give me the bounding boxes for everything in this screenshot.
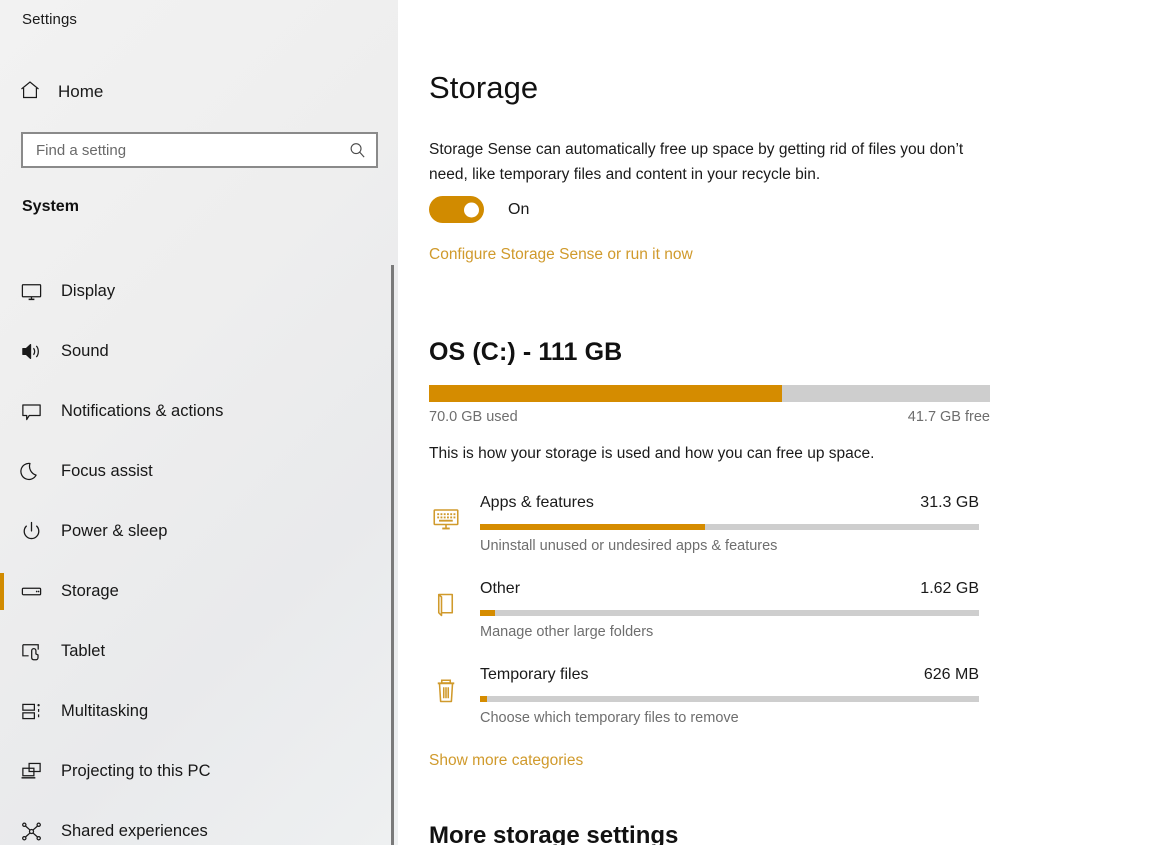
- sidebar-item-home-label: Home: [58, 82, 104, 101]
- drive-free-label: 41.7 GB free: [907, 409, 990, 425]
- sidebar-item-storage-label: Storage: [61, 581, 119, 600]
- hard-drive-icon: [18, 578, 44, 604]
- folder-icon: [429, 588, 463, 622]
- sidebar-item-projecting-label: Projecting to this PC: [61, 761, 211, 780]
- sidebar-item-display[interactable]: Display: [0, 261, 390, 321]
- sidebar-item-tablet[interactable]: Tablet: [0, 621, 390, 681]
- sidebar-item-multitasking[interactable]: Multitasking: [0, 681, 390, 741]
- storage-category-header: Apps & features 31.3 GB: [480, 494, 979, 512]
- storage-category-subtitle: Manage other large folders: [480, 624, 654, 640]
- storage-category-size: 626 MB: [923, 666, 979, 683]
- storage-category-bar: [480, 696, 979, 702]
- search-input[interactable]: [23, 141, 338, 159]
- sidebar-item-projecting[interactable]: Projecting to this PC: [0, 741, 390, 801]
- sidebar-item-shared-experiences-label: Shared experiences: [61, 821, 208, 840]
- storage-category-bar: [480, 610, 979, 616]
- trash-icon: [429, 674, 463, 708]
- storage-category-header: Temporary files 626 MB: [480, 666, 979, 684]
- toggle-knob: [464, 202, 479, 217]
- sidebar: Settings Home System: [0, 0, 398, 845]
- storage-category-bar: [480, 524, 979, 530]
- search-icon[interactable]: [338, 134, 376, 166]
- sidebar-item-multitasking-label: Multitasking: [61, 701, 149, 720]
- storage-category-fill: [480, 696, 487, 702]
- storage-sense-description: Storage Sense can automatically free up …: [429, 141, 964, 183]
- storage-sense-toggle-row: On: [429, 196, 529, 223]
- storage-category-name: Other: [480, 580, 521, 597]
- drive-capacity-bar: [429, 385, 990, 402]
- sidebar-item-power-sleep[interactable]: Power & sleep: [0, 501, 390, 561]
- storage-category-row[interactable]: Other 1.62 GB Manage other large folders: [429, 574, 990, 660]
- storage-category-size: 31.3 GB: [920, 494, 979, 511]
- storage-category-name: Apps & features: [480, 494, 594, 511]
- storage-category-header: Other 1.62 GB: [480, 580, 979, 598]
- home-icon: [18, 78, 42, 107]
- shared-nodes-icon: [18, 818, 44, 844]
- sidebar-item-storage[interactable]: Storage: [0, 561, 390, 621]
- moon-icon: [18, 458, 44, 484]
- storage-category-fill: [480, 610, 495, 616]
- sidebar-section-title: System: [22, 198, 79, 215]
- power-icon: [18, 518, 44, 544]
- sidebar-item-shared-experiences[interactable]: Shared experiences: [0, 801, 390, 845]
- settings-window: Settings Home System: [0, 0, 1172, 845]
- sidebar-item-sound[interactable]: Sound: [0, 321, 390, 381]
- sidebar-item-notifications[interactable]: Notifications & actions: [0, 381, 390, 441]
- sidebar-item-focus-assist-label: Focus assist: [61, 461, 153, 480]
- storage-category-name: Temporary files: [480, 666, 589, 683]
- storage-category-subtitle: Uninstall unused or undesired apps & fea…: [480, 538, 778, 554]
- storage-usage-note: This is how your storage is used and how…: [429, 445, 875, 462]
- speech-bubble-icon: [18, 398, 44, 424]
- configure-storage-sense-link[interactable]: Configure Storage Sense or run it now: [429, 246, 693, 264]
- sidebar-nav-list: Display Sound Notifications & actions Fo…: [0, 261, 390, 845]
- storage-sense-toggle[interactable]: [429, 196, 484, 223]
- sidebar-item-tablet-label: Tablet: [61, 641, 106, 660]
- sidebar-item-focus-assist[interactable]: Focus assist: [0, 441, 390, 501]
- storage-category-size: 1.62 GB: [920, 580, 979, 597]
- drive-used-label: 70.0 GB used: [429, 409, 518, 425]
- sidebar-scrollbar-thumb[interactable]: [391, 265, 394, 845]
- projecting-icon: [18, 758, 44, 784]
- drive-title: OS (C:) - 111 GB: [429, 338, 623, 366]
- sidebar-item-display-label: Display: [61, 281, 116, 300]
- speaker-icon: [18, 338, 44, 364]
- multitasking-icon: [18, 698, 44, 724]
- monitor-icon: [18, 278, 44, 304]
- search-box[interactable]: [21, 132, 378, 168]
- storage-sense-toggle-label: On: [508, 200, 530, 218]
- main-content: Storage Storage Sense can automatically …: [398, 0, 1172, 845]
- storage-category-list: Apps & features 31.3 GB Uninstall unused…: [429, 488, 990, 746]
- sidebar-item-power-sleep-label: Power & sleep: [61, 521, 168, 540]
- more-storage-settings-heading: More storage settings: [429, 822, 679, 845]
- show-more-categories-link[interactable]: Show more categories: [429, 752, 583, 770]
- apps-monitor-icon: [429, 502, 463, 536]
- app-title: Settings: [22, 11, 77, 28]
- drive-capacity-legend: 70.0 GB used 41.7 GB free: [429, 409, 990, 425]
- storage-category-subtitle: Choose which temporary files to remove: [480, 710, 739, 726]
- sidebar-item-home[interactable]: Home: [0, 72, 390, 112]
- page-title: Storage: [429, 70, 539, 105]
- tablet-touch-icon: [18, 638, 44, 664]
- sidebar-item-notifications-label: Sound: [61, 341, 109, 360]
- storage-category-row[interactable]: Apps & features 31.3 GB Uninstall unused…: [429, 488, 990, 574]
- storage-category-fill: [480, 524, 705, 530]
- drive-capacity-fill: [429, 385, 783, 402]
- storage-category-row[interactable]: Temporary files 626 MB Choose which temp…: [429, 660, 990, 746]
- sidebar-item-notifications-actions-label: Notifications & actions: [61, 401, 224, 420]
